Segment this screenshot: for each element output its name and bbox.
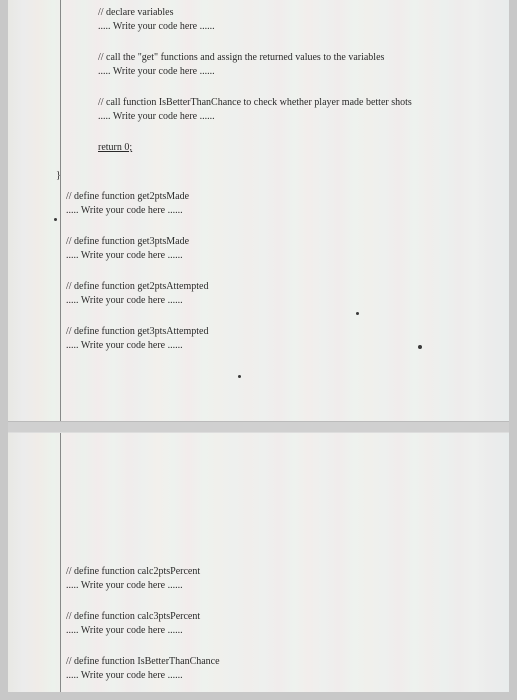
comment-line: // define function get2ptsMade	[66, 190, 509, 204]
placeholder-line: ..... Write your code here ......	[66, 339, 509, 353]
comment-line: // define function get2ptsAttempted	[66, 280, 509, 294]
page-1-content: // declare variables ..... Write your co…	[8, 0, 509, 352]
margin-rule	[60, 0, 61, 421]
comment-line: // call the "get" functions and assign t…	[98, 51, 509, 65]
placeholder-line: ..... Write your code here ......	[66, 204, 509, 218]
comment-line: // call function IsBetterThanChance to c…	[98, 96, 509, 110]
placeholder-line: ..... Write your code here ......	[98, 110, 509, 124]
function-def-block: // define function get3ptsMade ..... Wri…	[66, 235, 509, 262]
comment-block: // declare variables ..... Write your co…	[66, 6, 509, 33]
page-2-content: // define function calc2ptsPercent .....…	[8, 433, 509, 682]
comment-line: // define function IsBetterThanChance	[66, 655, 509, 669]
comment-block: // call the "get" functions and assign t…	[66, 51, 509, 78]
placeholder-line: ..... Write your code here ......	[98, 65, 509, 79]
placeholder-line: ..... Write your code here ......	[66, 294, 509, 308]
dust-speck	[356, 312, 359, 315]
return-statement: return 0;	[66, 141, 509, 155]
function-def-block: // define function get3ptsAttempted ....…	[66, 325, 509, 352]
placeholder-line: ..... Write your code here ......	[66, 669, 509, 683]
page-1: // declare variables ..... Write your co…	[8, 0, 509, 422]
placeholder-line: ..... Write your code here ......	[66, 579, 509, 593]
placeholder-line: ..... Write your code here ......	[66, 624, 509, 638]
dust-speck	[54, 218, 57, 221]
function-def-block: // define function get2ptsMade ..... Wri…	[66, 190, 509, 217]
function-def-block: // define function IsBetterThanChance ..…	[66, 655, 509, 682]
function-def-block: // define function calc2ptsPercent .....…	[66, 565, 509, 592]
function-def-block: // define function get2ptsAttempted ....…	[66, 280, 509, 307]
comment-line: // define function get3ptsAttempted	[66, 325, 509, 339]
page-2: // define function calc2ptsPercent .....…	[8, 432, 509, 692]
margin-rule	[60, 433, 61, 692]
dust-speck	[418, 345, 422, 349]
placeholder-line: ..... Write your code here ......	[66, 249, 509, 263]
comment-line: // define function calc2ptsPercent	[66, 565, 509, 579]
function-def-block: // define function calc3ptsPercent .....…	[66, 610, 509, 637]
comment-line: // define function get3ptsMade	[66, 235, 509, 249]
placeholder-line: ..... Write your code here ......	[98, 20, 509, 34]
comment-line: // define function calc3ptsPercent	[66, 610, 509, 624]
page-divider	[8, 422, 509, 432]
comment-block: // call function IsBetterThanChance to c…	[66, 96, 509, 123]
close-brace: }	[56, 169, 509, 183]
comment-line: // declare variables	[98, 6, 509, 20]
dust-speck	[238, 375, 241, 378]
